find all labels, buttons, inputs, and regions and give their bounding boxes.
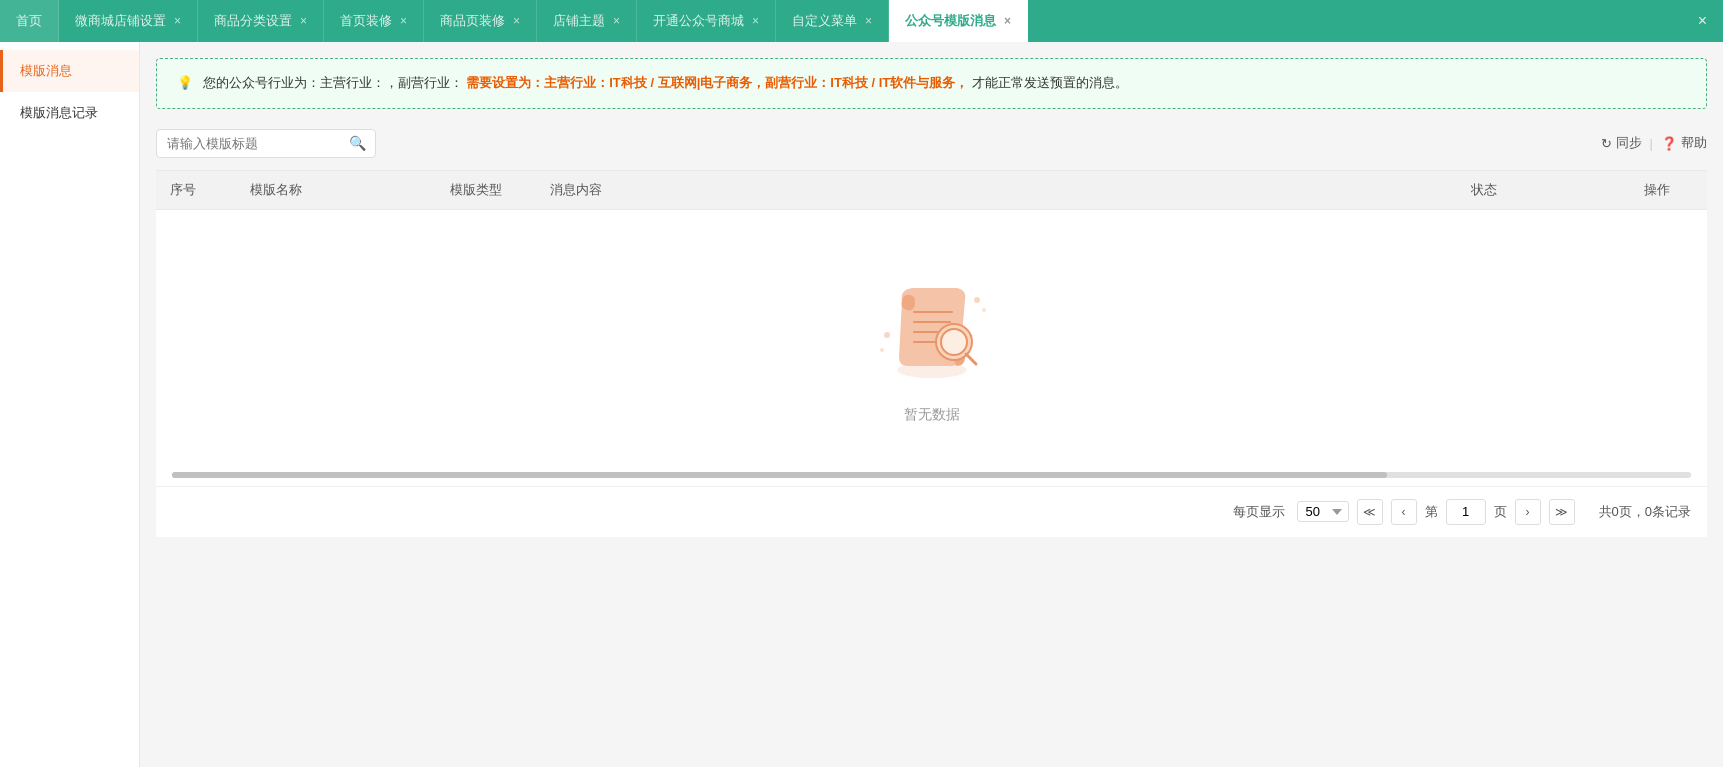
- close-tab-template[interactable]: ×: [1004, 14, 1011, 28]
- lightbulb-icon: 💡: [177, 75, 193, 90]
- col-header-action: 操作: [1607, 170, 1707, 209]
- svg-point-11: [884, 332, 890, 338]
- search-icon[interactable]: 🔍: [349, 135, 366, 151]
- close-tab-mall[interactable]: ×: [752, 14, 759, 28]
- svg-line-7: [966, 354, 976, 364]
- nav-tab-theme[interactable]: 店铺主题 ×: [537, 0, 637, 42]
- close-tab-menu[interactable]: ×: [865, 14, 872, 28]
- page-size-select[interactable]: 50 10 20 100: [1297, 501, 1349, 522]
- svg-point-10: [982, 308, 986, 312]
- nav-tab-home[interactable]: 首页: [0, 0, 59, 42]
- close-tab-product[interactable]: ×: [513, 14, 520, 28]
- scrollbar-row: [156, 464, 1707, 486]
- scrollbar-thumb[interactable]: [172, 472, 1387, 478]
- col-header-type: 模版类型: [436, 170, 536, 209]
- col-header-name: 模版名称: [236, 170, 436, 209]
- top-nav: 首页 微商城店铺设置 × 商品分类设置 × 首页装修 × 商品页装修 × 店铺主…: [0, 0, 1723, 42]
- col-header-status: 状态: [1457, 170, 1607, 209]
- close-tab-weshop[interactable]: ×: [174, 14, 181, 28]
- sidebar: 模版消息 模版消息记录: [0, 42, 140, 767]
- scrollbar-track[interactable]: [172, 472, 1691, 478]
- empty-text: 暂无数据: [156, 406, 1707, 424]
- help-icon: ❓: [1661, 136, 1677, 151]
- empty-state: 暂无数据: [156, 210, 1707, 464]
- first-page-button[interactable]: ≪: [1357, 499, 1383, 525]
- help-button[interactable]: ❓ 帮助: [1661, 134, 1707, 152]
- search-input[interactable]: [156, 129, 376, 158]
- search-input-wrap: 🔍: [156, 129, 376, 158]
- nav-tab-category[interactable]: 商品分类设置 ×: [198, 0, 324, 42]
- last-page-button[interactable]: ≫: [1549, 499, 1575, 525]
- current-page-input[interactable]: [1446, 499, 1486, 525]
- nav-tab-template[interactable]: 公众号模版消息 ×: [889, 0, 1028, 42]
- svg-point-9: [974, 297, 980, 303]
- current-page-label: 第: [1425, 503, 1438, 521]
- total-info: 共0页，0条记录: [1599, 503, 1691, 521]
- toolbar-right: ↻ 同步 | ❓ 帮助: [1601, 134, 1707, 152]
- prev-page-button[interactable]: ‹: [1391, 499, 1417, 525]
- main-content: 💡 您的公众号行业为：主营行业：，副营行业： 需要设置为：主营行业：IT科技 /…: [140, 42, 1723, 767]
- close-tab-theme[interactable]: ×: [613, 14, 620, 28]
- sidebar-item-template-record[interactable]: 模版消息记录: [0, 92, 139, 134]
- nav-tab-mall[interactable]: 开通公众号商城 ×: [637, 0, 776, 42]
- close-all-button[interactable]: ×: [1682, 12, 1723, 30]
- data-table: 序号 模版名称 模版类型 消息内容 状态 操作: [156, 170, 1707, 464]
- nav-tab-menu[interactable]: 自定义菜单 ×: [776, 0, 889, 42]
- nav-tab-weshop[interactable]: 微商城店铺设置 ×: [59, 0, 198, 42]
- empty-icon: [872, 270, 992, 390]
- sidebar-item-template-message[interactable]: 模版消息: [0, 50, 139, 92]
- nav-tab-product[interactable]: 商品页装修 ×: [424, 0, 537, 42]
- close-tab-category[interactable]: ×: [300, 14, 307, 28]
- close-tab-homepage[interactable]: ×: [400, 14, 407, 28]
- toolbar-divider: |: [1650, 136, 1653, 151]
- sync-icon: ↻: [1601, 136, 1612, 151]
- page-unit-label: 页: [1494, 503, 1507, 521]
- col-header-content: 消息内容: [536, 170, 1457, 209]
- pagination: 每页显示 50 10 20 100 ≪ ‹ 第 页 › ≫ 共0页，0条记录: [156, 486, 1707, 537]
- main-layout: 模版消息 模版消息记录 💡 您的公众号行业为：主营行业：，副营行业： 需要设置为…: [0, 42, 1723, 767]
- sync-button[interactable]: ↻ 同步: [1601, 134, 1642, 152]
- nav-tab-homepage[interactable]: 首页装修 ×: [324, 0, 424, 42]
- col-header-no: 序号: [156, 170, 236, 209]
- next-page-button[interactable]: ›: [1515, 499, 1541, 525]
- page-size-label: 每页显示: [1233, 503, 1285, 521]
- alert-box: 💡 您的公众号行业为：主营行业：，副营行业： 需要设置为：主营行业：IT科技 /…: [156, 58, 1707, 109]
- search-bar: 🔍 ↻ 同步 | ❓ 帮助: [156, 129, 1707, 158]
- svg-point-12: [880, 348, 884, 352]
- empty-state-row: 暂无数据: [156, 209, 1707, 464]
